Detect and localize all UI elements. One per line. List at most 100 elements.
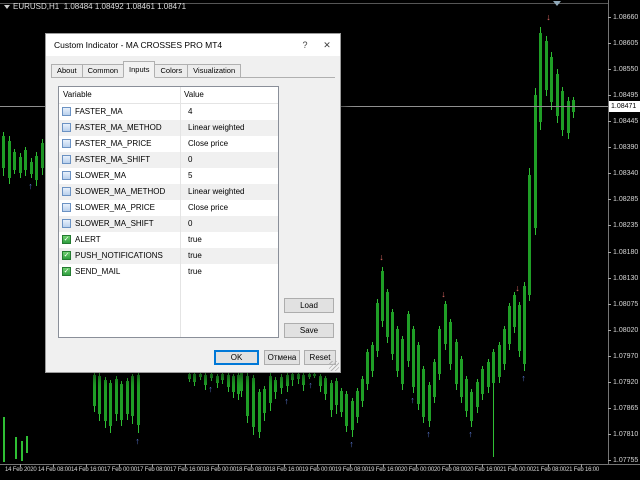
candle-body — [313, 374, 316, 376]
up-arrow-icon: ↑ — [208, 384, 213, 394]
close-icon[interactable]: ✕ — [318, 37, 336, 53]
column-header-value[interactable]: Value — [180, 87, 278, 103]
price-label: 1.07810 — [613, 431, 639, 438]
time-label: 21 Feb 08:00 — [533, 467, 566, 473]
candle-body — [351, 401, 354, 430]
param-value[interactable]: 5 — [180, 168, 278, 184]
candle-body — [246, 376, 249, 416]
param-name: SLOWER_MA — [75, 171, 127, 180]
boolean-input-icon: ✓ — [62, 235, 71, 244]
param-value[interactable]: Close price — [180, 136, 278, 152]
candle-body — [481, 369, 484, 394]
candle-body — [528, 175, 531, 295]
candle-body — [470, 392, 473, 421]
param-name: SLOWER_MA_PRICE — [75, 203, 156, 212]
candle-body — [188, 374, 191, 379]
down-arrow-icon: ↓ — [441, 289, 446, 299]
candle-body — [199, 374, 202, 377]
candle-body — [104, 380, 107, 421]
numeric-input-icon — [62, 155, 71, 164]
candle-body — [302, 375, 305, 385]
up-arrow-icon: ↑ — [521, 373, 526, 383]
price-tick — [608, 121, 611, 122]
param-value[interactable]: Linear weighted — [180, 120, 278, 136]
param-row-faster_ma_shift[interactable]: FASTER_MA_SHIFT 0 — [59, 152, 278, 168]
ok-button[interactable]: OK — [214, 350, 259, 365]
param-row-slower_ma[interactable]: SLOWER_MA 5 — [59, 168, 278, 184]
candle-body — [340, 391, 343, 412]
up-arrow-icon: ↑ — [349, 439, 354, 449]
candle-body — [498, 345, 501, 377]
price-tick — [608, 382, 611, 383]
candle-body — [335, 381, 338, 405]
price-label: 1.08235 — [613, 222, 639, 229]
param-row-faster_ma_price[interactable]: FASTER_MA_PRICE Close price — [59, 136, 278, 152]
param-row-slower_ma_shift[interactable]: SLOWER_MA_SHIFT 0 — [59, 216, 278, 232]
param-name: FASTER_MA_SHIFT — [75, 155, 151, 164]
param-row-push_notifications[interactable]: ✓ PUSH_NOTIFICATIONS true — [59, 248, 278, 264]
boolean-input-icon: ✓ — [62, 251, 71, 260]
time-scale[interactable]: 14 Feb 2020 14 Feb 08:00 14 Feb 16:00 17 Fe… — [0, 464, 640, 480]
numeric-input-icon — [62, 219, 71, 228]
param-row-slower_ma_method[interactable]: SLOWER_MA_METHOD Linear weighted — [59, 184, 278, 200]
candle-body — [308, 374, 311, 377]
symbol-dropdown-icon[interactable] — [4, 4, 10, 9]
param-value[interactable]: true — [180, 232, 278, 248]
price-scale[interactable]: 1.08660 1.08605 1.08550 1.08495 1.08445 1.083… — [608, 0, 640, 464]
param-row-slower_ma_price[interactable]: SLOWER_MA_PRICE Close price — [59, 200, 278, 216]
candle-body — [422, 369, 425, 417]
time-label: 14 Feb 08:00 — [38, 467, 71, 473]
param-name: ALERT — [75, 235, 101, 244]
param-value[interactable]: 0 — [180, 152, 278, 168]
param-value[interactable]: true — [180, 248, 278, 264]
save-button[interactable]: Save — [284, 323, 334, 338]
help-button[interactable]: ? — [296, 37, 314, 53]
time-label: 18 Feb 08:00 — [236, 467, 269, 473]
param-row-alert[interactable]: ✓ ALERT true — [59, 232, 278, 248]
param-name: SLOWER_MA_METHOD — [75, 187, 166, 196]
mt4-chart-window: ↑ ↑ ↑ ↑ ↑ ↑ ↑ ↑ ↑ ↑ ↓ ↓ ↓ ↓ EURUSD,H1 1.08484 1.08492… — [0, 0, 640, 480]
price-label: 1.07755 — [613, 457, 639, 464]
time-label: 20 Feb 16:00 — [467, 467, 500, 473]
price-label: 1.08075 — [613, 301, 639, 308]
resize-grip[interactable] — [329, 361, 339, 371]
price-tick — [608, 460, 611, 461]
tab-inputs[interactable]: Inputs — [123, 61, 156, 78]
param-value[interactable]: Close price — [180, 200, 278, 216]
table-header: Variable Value — [59, 87, 278, 104]
candle-body — [561, 91, 564, 130]
down-arrow-icon: ↓ — [546, 12, 551, 22]
candle-body — [221, 374, 224, 380]
tab-visualization[interactable]: Visualization — [187, 64, 242, 77]
cancel-button[interactable]: Отмена — [264, 350, 300, 365]
up-arrow-icon: ↑ — [28, 181, 33, 191]
param-value[interactable]: true — [180, 264, 278, 280]
param-row-send_mail[interactable]: ✓ SEND_MAIL true — [59, 264, 278, 280]
column-header-variable[interactable]: Variable — [59, 87, 180, 103]
load-button[interactable]: Load — [284, 298, 334, 313]
param-row-faster_ma[interactable]: FASTER_MA 4 — [59, 104, 278, 120]
param-value[interactable]: Linear weighted — [180, 184, 278, 200]
candle-body — [376, 303, 379, 351]
time-label: 19 Feb 08:00 — [335, 467, 368, 473]
tab-common[interactable]: Common — [81, 64, 125, 77]
candle-body — [513, 295, 516, 327]
candle-body — [371, 345, 374, 371]
candle-body — [417, 345, 420, 404]
chart-shift-marker-icon — [553, 1, 561, 6]
param-value[interactable]: 0 — [180, 216, 278, 232]
price-tick — [608, 356, 611, 357]
price-label: 1.08020 — [613, 327, 639, 334]
time-label: 19 Feb 00:00 — [302, 467, 335, 473]
ohlc-values: 1.08484 1.08492 1.08461 1.08471 — [63, 2, 187, 11]
candle-body — [465, 379, 468, 411]
param-value[interactable]: 4 — [180, 104, 278, 120]
candle-body — [109, 383, 112, 426]
candle-body — [518, 305, 521, 351]
tab-about[interactable]: About — [51, 64, 83, 77]
candle-body — [492, 352, 495, 383]
price-tick — [608, 43, 611, 44]
param-row-faster_ma_method[interactable]: FASTER_MA_METHOD Linear weighted — [59, 120, 278, 136]
tab-colors[interactable]: Colors — [154, 64, 189, 77]
candle-body — [508, 306, 511, 344]
